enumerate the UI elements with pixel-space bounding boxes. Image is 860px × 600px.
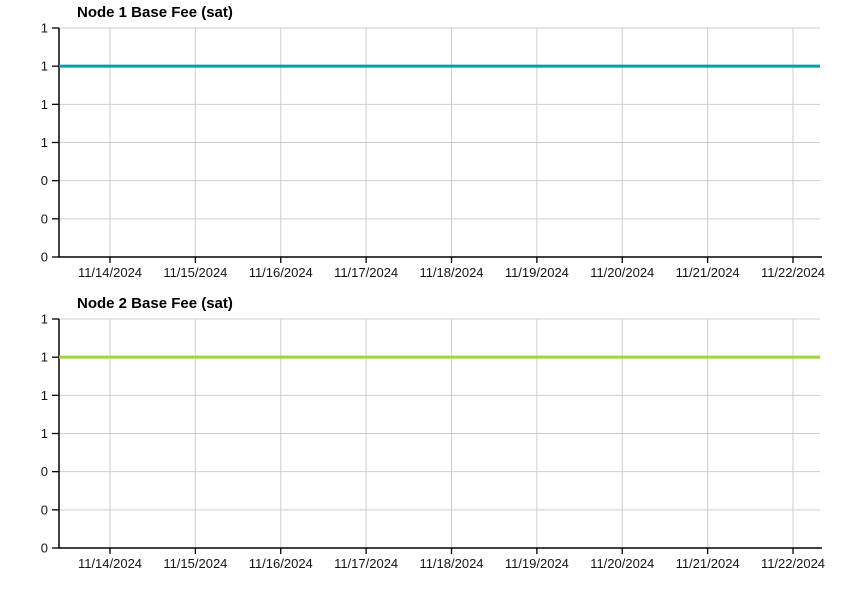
- x-tick-label: 11/20/2024: [590, 265, 654, 280]
- chart-plot-node-1: 0 0 0 1 1 1 1 11/14/2024 11/15/2024 11/16/2024 11/…: [41, 21, 825, 281]
- x-tick-label: 11/22/2024: [761, 265, 825, 280]
- x-tick-label: 11/15/2024: [163, 556, 227, 571]
- x-tick-label: 11/22/2024: [761, 556, 825, 571]
- y-tick-label: 1: [41, 135, 48, 150]
- x-tick-label: 11/18/2024: [419, 556, 483, 571]
- y-tick-label: 0: [41, 173, 48, 188]
- y-tick-label: 1: [41, 426, 48, 441]
- x-tick-label: 11/14/2024: [78, 265, 142, 280]
- y-tick-label: 0: [41, 502, 48, 517]
- x-tick-label: 11/21/2024: [676, 265, 740, 280]
- y-tick-label: 1: [41, 21, 48, 36]
- y-tick-label: 1: [41, 388, 48, 403]
- x-tick-label: 11/17/2024: [334, 265, 398, 280]
- x-tick-label: 11/21/2024: [676, 556, 740, 571]
- y-tick-label: 1: [41, 59, 48, 74]
- x-tick-label: 11/20/2024: [590, 556, 654, 571]
- x-tick-label: 11/16/2024: [249, 556, 313, 571]
- y-tick-label: 1: [41, 350, 48, 365]
- x-tick-label: 11/19/2024: [505, 556, 569, 571]
- y-tick-label: 1: [41, 312, 48, 327]
- y-tick-label: 0: [41, 464, 48, 479]
- chart-plot-node-2: 0 0 0 1 1 1 1 11/14/2024 11/15/2024 11/16/2024 11/…: [41, 312, 825, 572]
- y-tick-label: 1: [41, 97, 48, 112]
- x-tick-label: 11/15/2024: [163, 265, 227, 280]
- y-tick-label: 0: [41, 250, 48, 265]
- x-tick-label: 11/16/2024: [249, 265, 313, 280]
- y-tick-label: 0: [41, 541, 48, 556]
- x-tick-label: 11/17/2024: [334, 556, 398, 571]
- x-tick-label: 11/19/2024: [505, 265, 569, 280]
- x-tick-label: 11/18/2024: [419, 265, 483, 280]
- x-tick-label: 11/14/2024: [78, 556, 142, 571]
- y-tick-label: 0: [41, 211, 48, 226]
- charts-canvas: 0 0 0 1 1 1 1 11/14/2024 11/15/2024 11/16/2024 11/…: [41, 21, 825, 572]
